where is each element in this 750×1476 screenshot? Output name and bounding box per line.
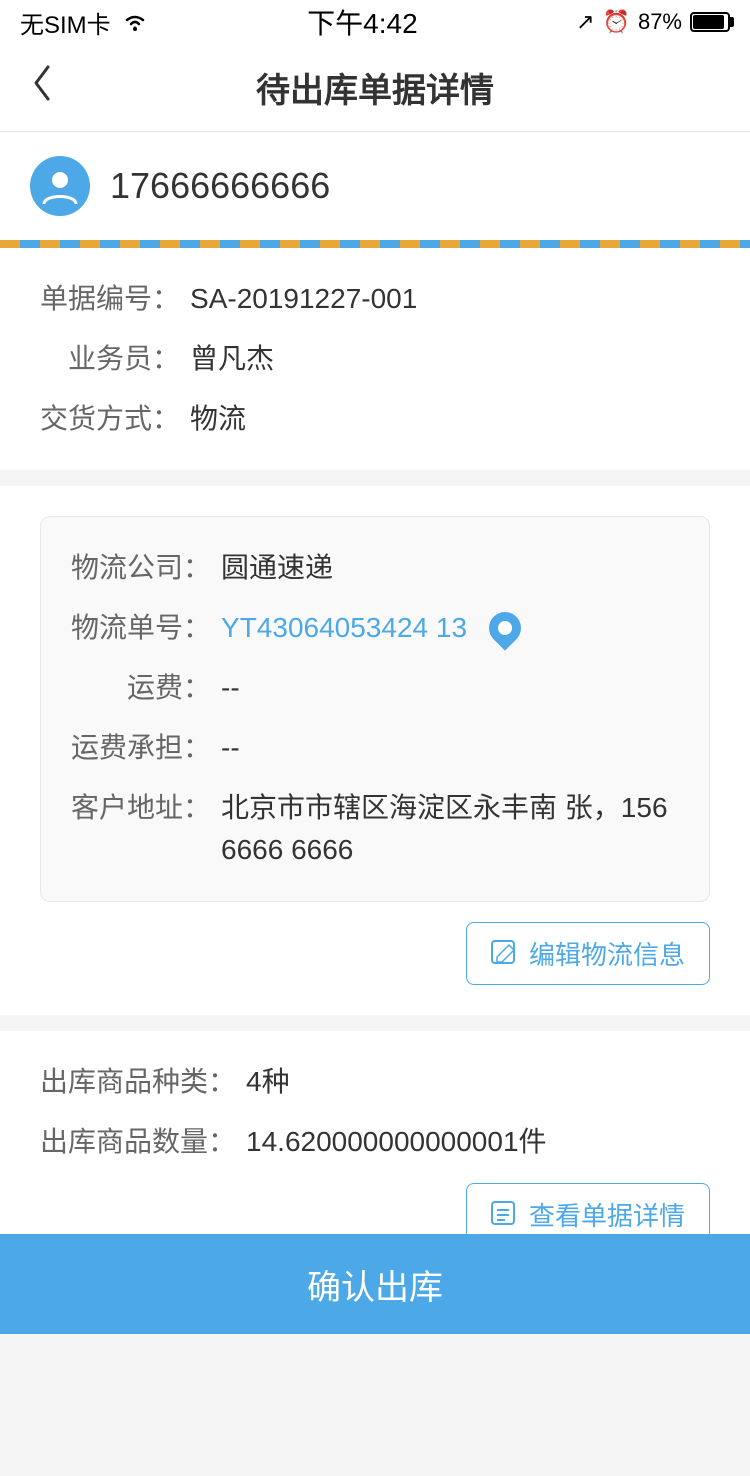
freight-bear-value: -- xyxy=(221,727,679,769)
order-no-label: 单据编号： xyxy=(40,278,180,320)
status-time: 下午4:42 xyxy=(307,2,418,42)
salesman-label: 业务员： xyxy=(40,338,180,380)
avatar xyxy=(30,156,90,216)
edit-logistics-area: 编辑物流信息 xyxy=(40,922,710,985)
freight-row: 运费： -- xyxy=(71,667,679,709)
stock-type-row: 出库商品种类： 4种 xyxy=(40,1061,710,1103)
logistics-company-label: 物流公司： xyxy=(71,547,211,589)
delivery-row: 交货方式： 物流 xyxy=(40,398,710,440)
edit-logistics-label: 编辑物流信息 xyxy=(529,935,685,972)
section-sep-2 xyxy=(0,1015,750,1031)
battery-percent: 87% xyxy=(638,9,682,35)
edit-icon xyxy=(491,940,519,968)
section-sep-1 xyxy=(0,470,750,486)
stock-quantity-label: 出库商品数量： xyxy=(40,1121,236,1163)
confirm-label: 确认出库 xyxy=(307,1260,443,1309)
logistics-section: 物流公司： 圆通速递 物流单号： YT43064053424 13 运费： --… xyxy=(0,486,750,1015)
order-no-value: SA-20191227-001 xyxy=(190,278,710,320)
back-button[interactable] xyxy=(30,63,54,112)
basic-info-section: 单据编号： SA-20191227-001 业务员： 曾凡杰 交货方式： 物流 xyxy=(0,248,750,470)
battery-icon xyxy=(690,12,730,32)
user-header: 17666666666 xyxy=(0,132,750,240)
alarm-icon: ⏰ xyxy=(603,9,630,35)
confirm-bar[interactable]: 确认出库 xyxy=(0,1234,750,1334)
status-bar: 无SIM卡 下午4:42 ↗ ⏰ 87% xyxy=(0,0,750,44)
status-left: 无SIM卡 xyxy=(20,5,149,40)
address-value: 北京市市辖区海淀区永丰南 张，156 6666 6666 xyxy=(221,787,679,871)
nav-bar: 待出库单据详情 xyxy=(0,44,750,132)
logistics-company-row: 物流公司： 圆通速递 xyxy=(71,547,679,589)
user-phone: 17666666666 xyxy=(110,165,330,207)
salesman-row: 业务员： 曾凡杰 xyxy=(40,338,710,380)
location-icon: ↗ xyxy=(576,9,594,35)
logistics-card: 物流公司： 圆通速递 物流单号： YT43064053424 13 运费： --… xyxy=(40,516,710,902)
order-no-row: 单据编号： SA-20191227-001 xyxy=(40,278,710,320)
tracking-row: 物流单号： YT43064053424 13 xyxy=(71,607,679,649)
stock-quantity-row: 出库商品数量： 14.620000000000001件 xyxy=(40,1121,710,1163)
edit-logistics-button[interactable]: 编辑物流信息 xyxy=(466,922,710,985)
location-marker-icon[interactable] xyxy=(482,605,527,650)
logistics-company-value: 圆通速递 xyxy=(221,547,679,589)
tracking-label: 物流单号： xyxy=(71,607,211,649)
status-right: ↗ ⏰ 87% xyxy=(576,9,730,35)
stock-quantity-value: 14.620000000000001件 xyxy=(246,1121,710,1163)
salesman-value: 曾凡杰 xyxy=(190,338,710,380)
address-row: 客户地址： 北京市市辖区海淀区永丰南 张，156 6666 6666 xyxy=(71,787,679,871)
carrier-text: 无SIM卡 xyxy=(20,5,111,40)
page-title: 待出库单据详情 xyxy=(256,63,494,112)
stock-type-label: 出库商品种类： xyxy=(40,1061,236,1103)
tracking-value: YT43064053424 13 xyxy=(221,607,679,649)
freight-label: 运费： xyxy=(71,667,211,709)
freight-value: -- xyxy=(221,667,679,709)
freight-bear-label: 运费承担： xyxy=(71,727,211,769)
delivery-value: 物流 xyxy=(190,398,710,440)
dashed-divider xyxy=(0,240,750,248)
wifi-icon xyxy=(121,12,149,32)
delivery-label: 交货方式： xyxy=(40,398,180,440)
address-label: 客户地址： xyxy=(71,787,211,829)
stock-type-value: 4种 xyxy=(246,1061,710,1103)
detail-list-icon xyxy=(491,1201,519,1229)
view-detail-label: 查看单据详情 xyxy=(529,1196,685,1233)
freight-bear-row: 运费承担： -- xyxy=(71,727,679,769)
